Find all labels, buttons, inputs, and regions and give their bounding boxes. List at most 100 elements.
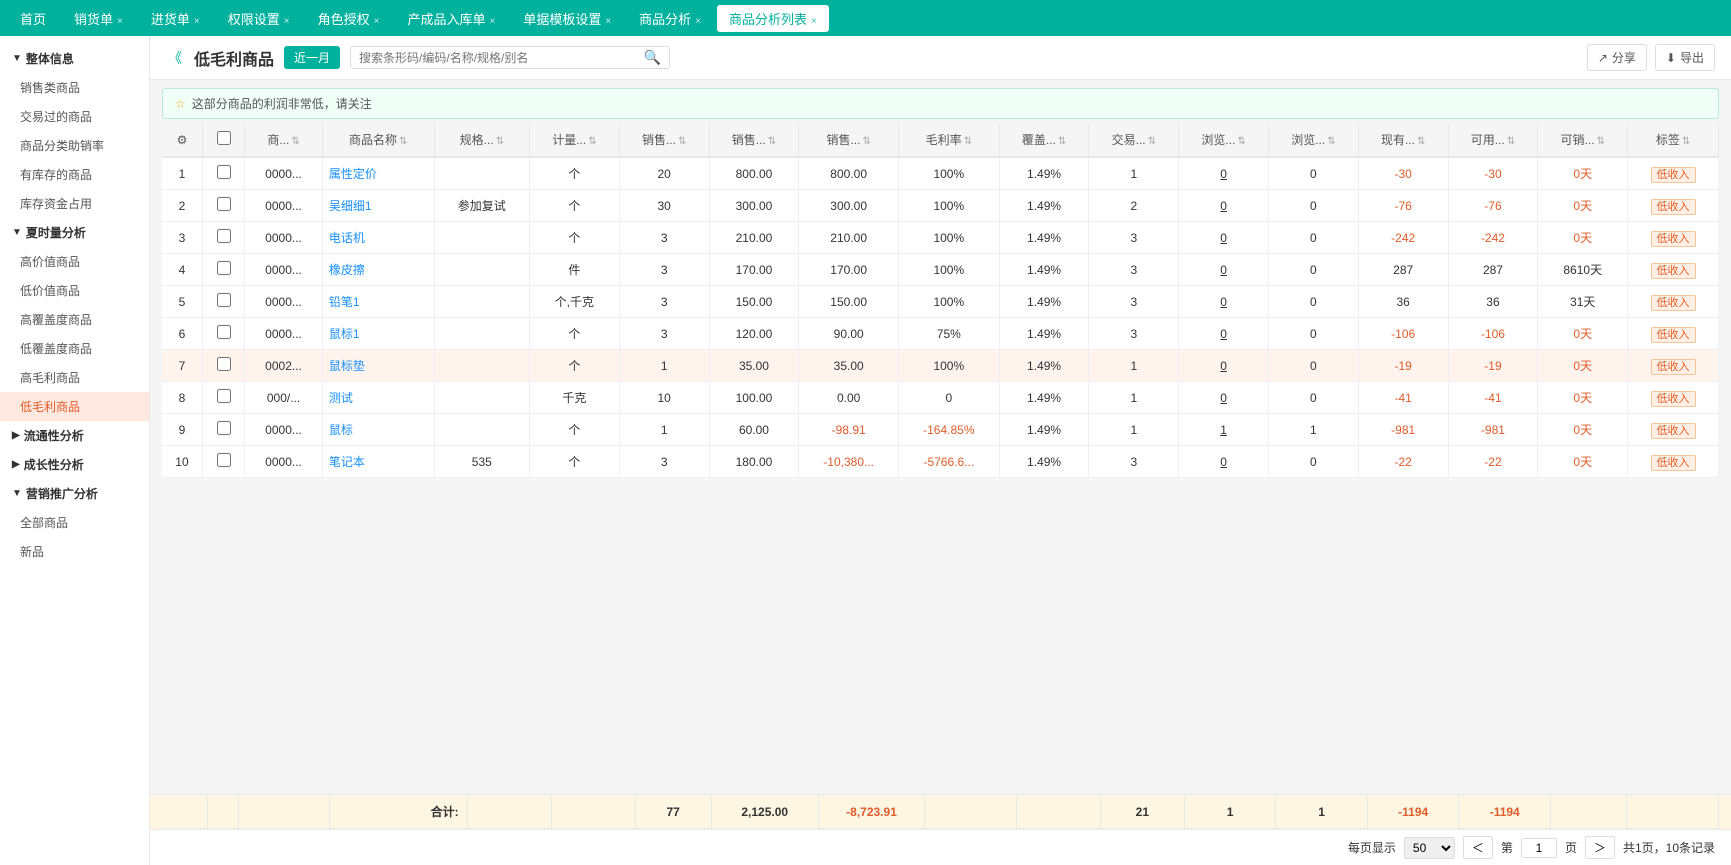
- sidebar-item-inventory-capital[interactable]: 库存资金占用: [0, 189, 149, 218]
- col-transaction[interactable]: 交易...⇅: [1089, 123, 1179, 157]
- nav-product-analysis[interactable]: 商品分析×: [627, 5, 713, 32]
- per-page-select[interactable]: 50 100: [1404, 837, 1455, 859]
- close-icon[interactable]: ×: [605, 16, 611, 27]
- sidebar-collapse-button[interactable]: 《: [166, 46, 184, 70]
- row-checkbox[interactable]: [217, 453, 231, 467]
- col-coverage[interactable]: 覆盖...⇅: [999, 123, 1089, 157]
- sidebar-group-overall[interactable]: ▼ 整体信息: [0, 44, 149, 73]
- row-browse1[interactable]: 0: [1179, 254, 1269, 286]
- sidebar-item-all-products[interactable]: 全部商品: [0, 508, 149, 537]
- close-icon[interactable]: ×: [374, 16, 380, 27]
- search-input[interactable]: [359, 51, 644, 65]
- row-sales-qty: 3: [619, 318, 709, 350]
- sidebar-item-stocked-products[interactable]: 有库存的商品: [0, 160, 149, 189]
- sidebar-item-traded-products[interactable]: 交易过的商品: [0, 102, 149, 131]
- select-all-checkbox[interactable]: [217, 131, 231, 145]
- nav-template-settings[interactable]: 单据模板设置×: [511, 5, 623, 32]
- nav-permissions[interactable]: 权限设置×: [216, 5, 302, 32]
- row-checkbox[interactable]: [217, 389, 231, 403]
- col-spec[interactable]: 规格...⇅: [434, 123, 529, 157]
- col-browse1[interactable]: 浏览...⇅: [1179, 123, 1269, 157]
- row-checkbox[interactable]: [217, 293, 231, 307]
- col-settings[interactable]: ⚙: [162, 123, 202, 157]
- row-browse1[interactable]: 0: [1179, 382, 1269, 414]
- sidebar-item-high-value[interactable]: 高价值商品: [0, 247, 149, 276]
- nav-home[interactable]: 首页: [8, 5, 58, 32]
- share-button[interactable]: ↗ 分享: [1587, 44, 1647, 71]
- prev-page-button[interactable]: ＜: [1463, 836, 1493, 859]
- row-browse1[interactable]: 1: [1179, 414, 1269, 446]
- row-browse1[interactable]: 0: [1179, 350, 1269, 382]
- product-table: ⚙ 商...⇅ 商品名称⇅ 规格...⇅ 计量...⇅ 销售...⇅ 销售...…: [162, 123, 1719, 478]
- row-name[interactable]: 铅笔1: [322, 286, 434, 318]
- col-sales-amount[interactable]: 销售...⇅: [799, 123, 899, 157]
- sidebar-group-flow-analysis[interactable]: ▶ 流通性分析: [0, 421, 149, 450]
- sidebar-item-category-sales-rate[interactable]: 商品分类助销率: [0, 131, 149, 160]
- nav-sales-order[interactable]: 销货单×: [62, 5, 135, 32]
- row-index: 9: [162, 414, 202, 446]
- nav-product-entry[interactable]: 产成品入库单×: [395, 5, 507, 32]
- sidebar-item-new-products[interactable]: 新品: [0, 537, 149, 566]
- row-name[interactable]: 鼠标垫: [322, 350, 434, 382]
- row-checkbox[interactable]: [217, 229, 231, 243]
- row-checkbox[interactable]: [217, 197, 231, 211]
- sidebar-group-quantity-analysis[interactable]: ▼ 夏时量分析: [0, 218, 149, 247]
- row-name[interactable]: 测试: [322, 382, 434, 414]
- row-browse1[interactable]: 0: [1179, 222, 1269, 254]
- col-sales-price[interactable]: 销售...⇅: [709, 123, 799, 157]
- row-name[interactable]: 属性定价: [322, 157, 434, 190]
- close-icon[interactable]: ×: [117, 16, 123, 27]
- close-icon[interactable]: ×: [811, 16, 817, 27]
- nav-product-analysis-list[interactable]: 商品分析列表×: [717, 5, 829, 32]
- col-tag[interactable]: 标签⇅: [1628, 123, 1719, 157]
- sidebar-group-marketing-analysis[interactable]: ▼ 营销推广分析: [0, 479, 149, 508]
- col-code[interactable]: 商...⇅: [245, 123, 323, 157]
- sidebar-item-low-coverage[interactable]: 低覆盖度商品: [0, 334, 149, 363]
- row-name[interactable]: 鼠标: [322, 414, 434, 446]
- sidebar-item-high-coverage[interactable]: 高覆盖度商品: [0, 305, 149, 334]
- close-icon[interactable]: ×: [194, 16, 200, 27]
- sidebar-group-growth-analysis[interactable]: ▶ 成长性分析: [0, 450, 149, 479]
- row-browse1[interactable]: 0: [1179, 286, 1269, 318]
- col-name[interactable]: 商品名称⇅: [322, 123, 434, 157]
- close-icon[interactable]: ×: [695, 16, 701, 27]
- time-filter-button[interactable]: 近一月: [284, 46, 340, 69]
- col-sellable[interactable]: 可销...⇅: [1538, 123, 1628, 157]
- row-browse1[interactable]: 0: [1179, 446, 1269, 478]
- row-browse1[interactable]: 0: [1179, 318, 1269, 350]
- export-button[interactable]: ⬇ 导出: [1655, 44, 1715, 71]
- row-sellable: 0天: [1538, 350, 1628, 382]
- row-name[interactable]: 橡皮擦: [322, 254, 434, 286]
- nav-role-auth[interactable]: 角色授权×: [306, 5, 392, 32]
- row-name[interactable]: 电话机: [322, 222, 434, 254]
- col-unit[interactable]: 计量...⇅: [530, 123, 620, 157]
- sidebar-item-sales-products[interactable]: 销售类商品: [0, 73, 149, 102]
- row-checkbox[interactable]: [217, 165, 231, 179]
- row-browse1[interactable]: 0: [1179, 157, 1269, 190]
- row-index: 5: [162, 286, 202, 318]
- page-input[interactable]: [1521, 838, 1557, 858]
- col-browse2[interactable]: 浏览...⇅: [1269, 123, 1359, 157]
- sidebar-item-low-margin[interactable]: 低毛利商品: [0, 392, 149, 421]
- row-browse1[interactable]: 0: [1179, 190, 1269, 222]
- row-name[interactable]: 吴细细1: [322, 190, 434, 222]
- col-available[interactable]: 可用...⇅: [1448, 123, 1538, 157]
- sidebar-item-high-margin[interactable]: 高毛利商品: [0, 363, 149, 392]
- next-page-button[interactable]: ＞: [1585, 836, 1615, 859]
- col-gross-margin[interactable]: 毛利率⇅: [898, 123, 999, 157]
- col-current-stock[interactable]: 现有...⇅: [1358, 123, 1448, 157]
- nav-purchase-order[interactable]: 进货单×: [139, 5, 212, 32]
- search-icon[interactable]: 🔍: [644, 49, 661, 66]
- row-checkbox[interactable]: [217, 421, 231, 435]
- close-icon[interactable]: ×: [489, 16, 495, 27]
- row-checkbox[interactable]: [217, 261, 231, 275]
- row-sales-amount: 300.00: [799, 190, 899, 222]
- footer-browse2: 1: [1276, 795, 1368, 829]
- sidebar-item-low-value[interactable]: 低价值商品: [0, 276, 149, 305]
- row-name[interactable]: 鼠标1: [322, 318, 434, 350]
- row-checkbox[interactable]: [217, 325, 231, 339]
- col-sales-qty[interactable]: 销售...⇅: [619, 123, 709, 157]
- close-icon[interactable]: ×: [284, 16, 290, 27]
- row-checkbox[interactable]: [217, 357, 231, 371]
- row-name[interactable]: 笔记本: [322, 446, 434, 478]
